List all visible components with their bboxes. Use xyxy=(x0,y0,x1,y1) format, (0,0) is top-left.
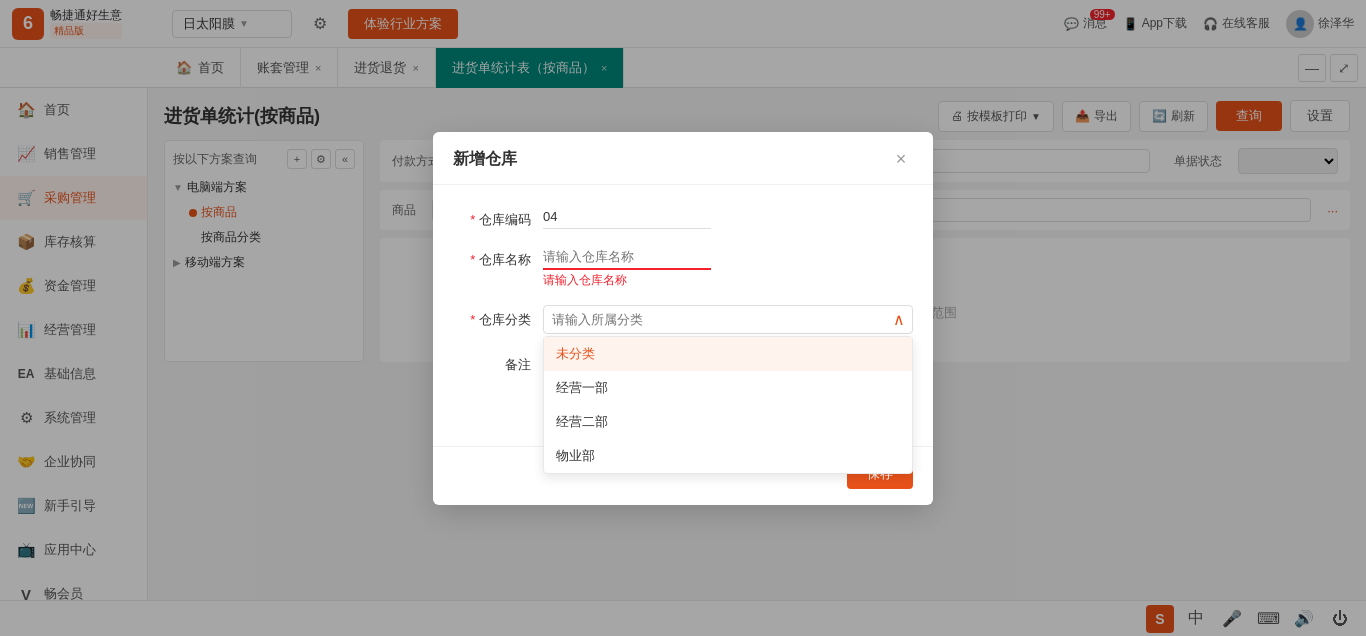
modal-title: 新增仓库 xyxy=(453,149,517,170)
modal-header: 新增仓库 × xyxy=(433,132,933,185)
notes-label: 备注 xyxy=(453,350,543,374)
category-dropdown: 未分类 经营一部 经营二部 物业部 xyxy=(543,336,913,474)
dropdown-item-unclassified[interactable]: 未分类 xyxy=(544,337,912,371)
warehouse-name-label: 仓库名称 xyxy=(453,245,543,269)
modal-body: 仓库编码 仓库名称 请输入仓库名称 仓库分类 ∧ xyxy=(433,185,933,446)
warehouse-category-wrapper: ∧ 未分类 经营一部 经营二部 物业部 xyxy=(543,305,913,334)
form-row-warehouse-code: 仓库编码 xyxy=(453,205,913,229)
warehouse-category-label: 仓库分类 xyxy=(453,305,543,329)
warehouse-name-input[interactable] xyxy=(543,245,711,270)
form-row-warehouse-category: 仓库分类 ∧ 未分类 经营一部 经营二部 物业部 xyxy=(453,305,913,334)
dropdown-item-ops1[interactable]: 经营一部 xyxy=(544,371,912,405)
modal-overlay[interactable]: 新增仓库 × 仓库编码 仓库名称 请输入仓库名称 仓库分类 xyxy=(0,0,1366,636)
warehouse-name-error: 请输入仓库名称 xyxy=(543,272,913,289)
warehouse-category-input[interactable] xyxy=(543,305,913,334)
category-arrow-icon[interactable]: ∧ xyxy=(893,310,905,329)
warehouse-code-input[interactable] xyxy=(543,205,711,229)
modal-close-button[interactable]: × xyxy=(889,148,913,172)
warehouse-name-wrapper: 请输入仓库名称 xyxy=(543,245,913,289)
dropdown-item-ops3[interactable]: 物业部 xyxy=(544,439,912,473)
warehouse-code-label: 仓库编码 xyxy=(453,205,543,229)
warehouse-code-wrapper xyxy=(543,205,913,229)
new-warehouse-modal: 新增仓库 × 仓库编码 仓库名称 请输入仓库名称 仓库分类 xyxy=(433,132,933,505)
dropdown-item-ops2[interactable]: 经营二部 xyxy=(544,405,912,439)
form-row-warehouse-name: 仓库名称 请输入仓库名称 xyxy=(453,245,913,289)
